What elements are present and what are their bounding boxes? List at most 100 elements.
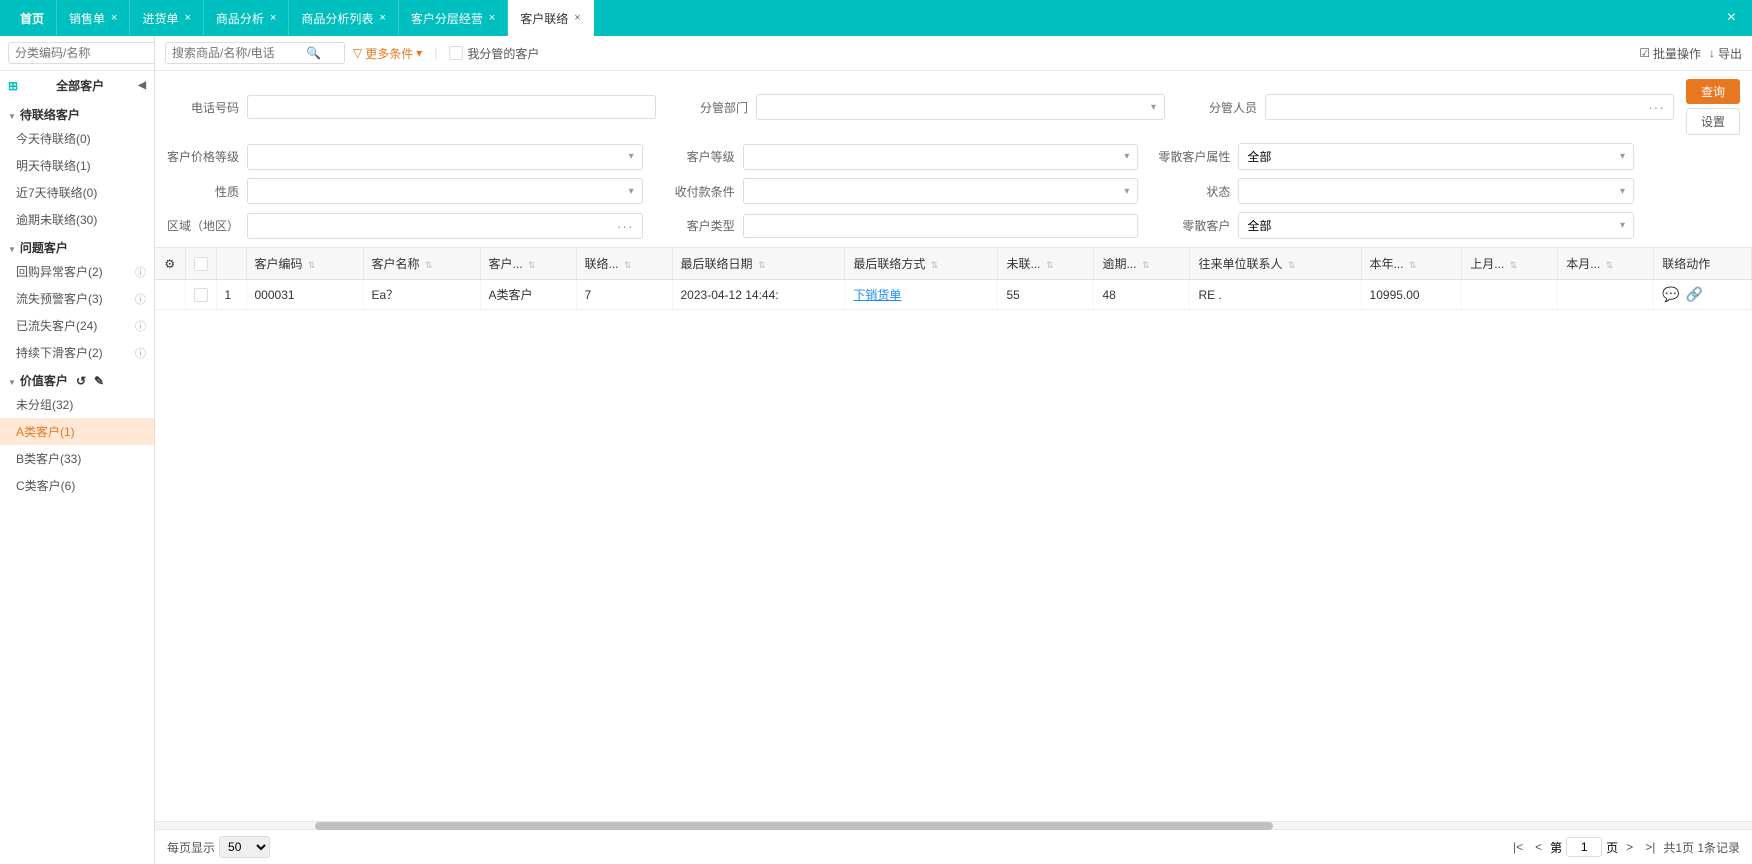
sidebar-item-overdue-contact[interactable]: 逾期未联络(30)	[0, 206, 154, 233]
sidebar-item-repurchase-anomaly[interactable]: 回购异常客户(2) ⓘ	[0, 258, 154, 285]
my-customers-checkbox[interactable]	[449, 46, 463, 60]
sidebar-item-declining[interactable]: 持续下滑客户(2) ⓘ	[0, 339, 154, 366]
sidebar-item-tomorrow-pending[interactable]: 明天待联络(1)	[0, 152, 154, 179]
value-expand-icon	[8, 374, 16, 388]
category-search-input[interactable]	[8, 42, 155, 64]
edit-value-icon[interactable]: ✎	[94, 374, 104, 388]
link-action-icon[interactable]: 🔗	[1686, 286, 1703, 303]
header-checkbox[interactable]	[194, 257, 208, 271]
all-customers-header[interactable]: ⊞ 全部客户 ◀	[0, 71, 154, 100]
payment-select[interactable]: ▾	[743, 178, 1139, 204]
nav-tab-goods-analysis[interactable]: 商品分析 ×	[204, 0, 289, 36]
th-no-contact[interactable]: 未联... ⇅	[998, 248, 1094, 280]
phone-input[interactable]	[247, 95, 656, 119]
td-checkbox[interactable]	[185, 280, 216, 310]
window-close-icon[interactable]: ×	[1719, 9, 1744, 27]
sidebar-item-churn-warning[interactable]: 流失预警客户(3) ⓘ	[0, 285, 154, 312]
customer-segment-label: 客户分层经营	[411, 10, 483, 27]
page-number-input[interactable]	[1566, 837, 1602, 857]
sidebar-item-class-b[interactable]: B类客户(33)	[0, 445, 154, 472]
retail-attr-select[interactable]: 全部 ▾	[1238, 143, 1634, 170]
th-this-year[interactable]: 本年... ⇅	[1361, 248, 1462, 280]
batch-operation-button[interactable]: ☑ 批量操作	[1639, 45, 1701, 62]
export-button[interactable]: ↓ 导出	[1709, 45, 1742, 62]
filter-row-2: 客户价格等级 ▾ 客户等级 ▾ 零散客户属性	[167, 143, 1740, 170]
nav-tab-customer-segment[interactable]: 客户分层经营 ×	[399, 0, 508, 36]
sidebar-item-7days-pending[interactable]: 近7天待联络(0)	[0, 179, 154, 206]
query-button[interactable]: 查询	[1686, 79, 1740, 104]
customer-level-label: 客户等级	[663, 148, 743, 165]
sidebar-item-today-pending[interactable]: 今天待联络(0)	[0, 125, 154, 152]
nav-tab-goods-analysis-list[interactable]: 商品分析列表 ×	[289, 0, 398, 36]
sidebar-item-class-a[interactable]: A类客户(1)	[0, 418, 154, 445]
th-checkbox[interactable]	[185, 248, 216, 280]
th-code[interactable]: 客户编码 ⇅	[246, 248, 363, 280]
close-goods-analysis-icon[interactable]: ×	[270, 12, 276, 24]
sidebar-item-churned[interactable]: 已流失客户(24) ⓘ	[0, 312, 154, 339]
main-search-input[interactable]	[172, 46, 302, 60]
sidebar-item-class-c[interactable]: C类客户(6)	[0, 472, 154, 499]
nature-select[interactable]: ▾	[247, 178, 643, 204]
filter-payment-field: 收付款条件 ▾	[663, 178, 1139, 204]
next-page-button[interactable]: >	[1622, 838, 1637, 856]
th-contact[interactable]: 联络... ⇅	[576, 248, 672, 280]
phone-label: 电话号码	[167, 99, 247, 116]
td-name: Ea？	[363, 280, 480, 310]
pending-contact-header[interactable]: 待联络客户	[0, 100, 154, 125]
close-customer-contact-icon[interactable]: ×	[574, 12, 580, 24]
repurchase-info-icon: ⓘ	[135, 264, 146, 280]
th-this-month[interactable]: 本月... ⇅	[1558, 248, 1654, 280]
customer-table: ⚙ 客户编码 ⇅ 客户名称 ⇅ 客户... ⇅ 联络... ⇅ 最后联络日期 ⇅…	[155, 248, 1752, 310]
value-customers-header[interactable]: 价值客户 ↺ ✎	[0, 366, 154, 391]
price-level-select[interactable]: ▾	[247, 144, 643, 170]
row-checkbox[interactable]	[194, 288, 208, 302]
region-input[interactable]: ···	[247, 213, 643, 239]
main-search-icon[interactable]: 🔍	[306, 46, 321, 60]
th-settings[interactable]: ⚙	[155, 248, 185, 280]
manager-input[interactable]: ···	[1265, 94, 1674, 120]
nav-tab-home[interactable]: 首页	[8, 0, 57, 36]
more-filter-button[interactable]: ▽ 更多条件 ▾	[353, 45, 422, 62]
page-size-select[interactable]: 50 100 200	[219, 836, 270, 858]
horizontal-scrollbar[interactable]	[155, 821, 1752, 829]
customer-type-input[interactable]	[743, 214, 1139, 238]
scrollbar-thumb[interactable]	[315, 822, 1273, 830]
nav-tab-customer-contact[interactable]: 客户联络 ×	[508, 0, 593, 36]
retail-customer-label: 零散客户	[1158, 217, 1238, 234]
settings-button[interactable]: 设置	[1686, 108, 1740, 135]
th-unit-contact[interactable]: 往来单位联系人 ⇅	[1190, 248, 1361, 280]
th-last-contact-date[interactable]: 最后联络日期 ⇅	[672, 248, 845, 280]
close-purchase-icon[interactable]: ×	[184, 12, 190, 24]
declining-info-icon: ⓘ	[135, 345, 146, 361]
th-name[interactable]: 客户名称 ⇅	[363, 248, 480, 280]
status-select[interactable]: ▾	[1238, 178, 1634, 204]
th-last-month[interactable]: 上月... ⇅	[1462, 248, 1558, 280]
collapse-icon[interactable]: ◀	[138, 80, 146, 91]
prev-page-button[interactable]: <	[1531, 838, 1546, 856]
dept-select[interactable]: ▾	[756, 94, 1165, 120]
th-overdue[interactable]: 逾期... ⇅	[1094, 248, 1190, 280]
nav-tab-purchase[interactable]: 进货单 ×	[130, 0, 203, 36]
th-contact-action: 联络动作	[1654, 248, 1752, 280]
first-page-button[interactable]: |<	[1509, 838, 1527, 856]
contact-method-link[interactable]: 下销货单	[853, 288, 901, 302]
nature-label: 性质	[167, 183, 247, 200]
close-goods-analysis-list-icon[interactable]: ×	[379, 12, 385, 24]
customer-level-select[interactable]: ▾	[743, 144, 1139, 170]
chat-action-icon[interactable]: 💬	[1662, 286, 1679, 303]
last-page-button[interactable]: >|	[1641, 838, 1659, 856]
main-search-area: 🔍	[165, 42, 345, 64]
close-customer-segment-icon[interactable]: ×	[489, 12, 495, 24]
problem-customers-header[interactable]: 问题客户	[0, 233, 154, 258]
refresh-icon[interactable]: ↺	[76, 374, 86, 388]
sidebar-item-unclassified[interactable]: 未分组(32)	[0, 391, 154, 418]
nav-tab-sales[interactable]: 销售单 ×	[57, 0, 130, 36]
td-last-contact-method[interactable]: 下销货单	[845, 280, 998, 310]
my-customers-checkbox-label[interactable]: 我分管的客户	[449, 45, 539, 62]
retail-customer-select[interactable]: 全部 ▾	[1238, 212, 1634, 239]
th-customer-type[interactable]: 客户... ⇅	[480, 248, 576, 280]
th-last-contact-method[interactable]: 最后联络方式 ⇅	[845, 248, 998, 280]
table-container[interactable]: ⚙ 客户编码 ⇅ 客户名称 ⇅ 客户... ⇅ 联络... ⇅ 最后联络日期 ⇅…	[155, 248, 1752, 821]
filter-region-field: 区域（地区） ···	[167, 213, 643, 239]
close-sales-icon[interactable]: ×	[111, 12, 117, 24]
